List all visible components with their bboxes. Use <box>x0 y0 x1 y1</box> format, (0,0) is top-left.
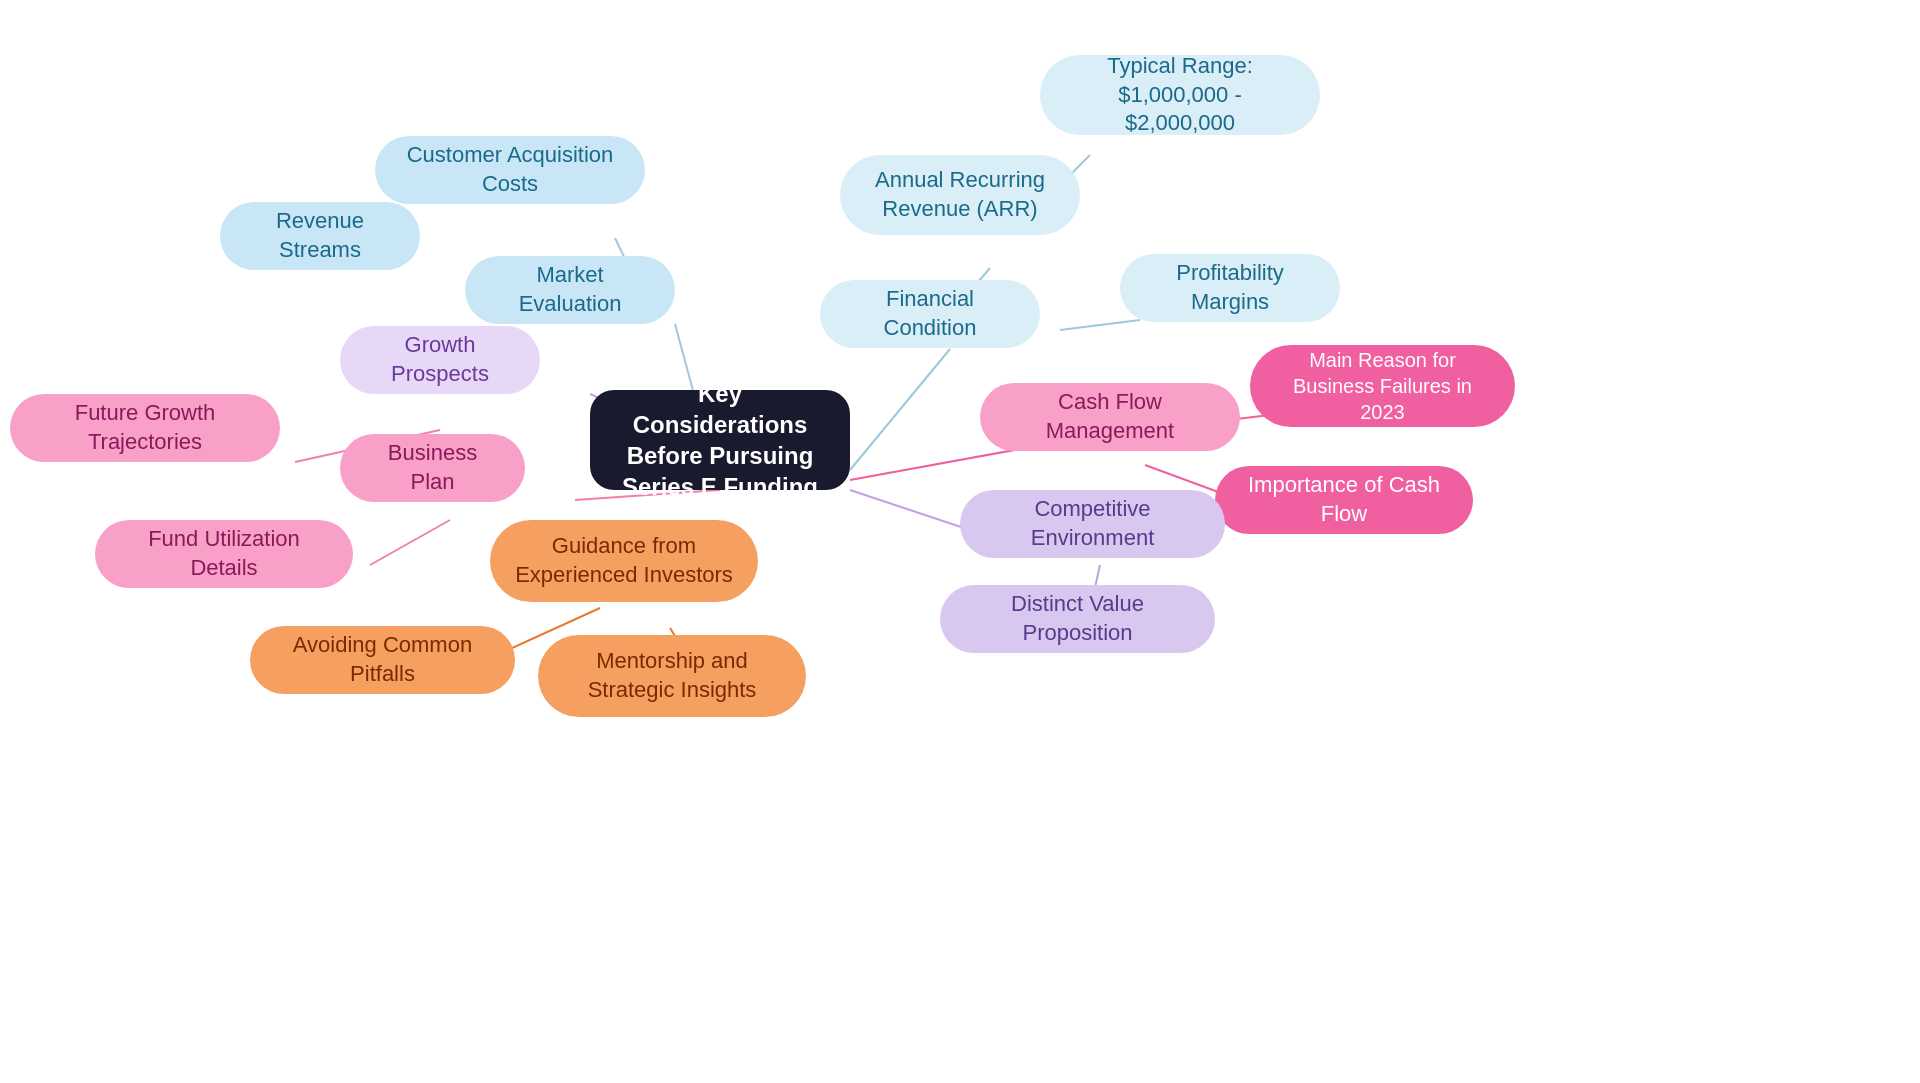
svg-line-6 <box>1060 320 1140 330</box>
competitive-environment-node: Competitive Environment <box>960 490 1225 558</box>
profitability-margins-node: Profitability Margins <box>1120 254 1340 322</box>
future-growth-node: Future Growth Trajectories <box>10 394 280 462</box>
revenue-streams-node: Revenue Streams <box>220 202 420 270</box>
svg-line-3 <box>850 349 950 470</box>
svg-line-11 <box>850 449 1020 480</box>
business-plan-node: Business Plan <box>340 434 525 502</box>
growth-prospects-node: Growth Prospects <box>340 326 540 394</box>
guidance-node: Guidance from Experienced Investors <box>490 520 758 602</box>
importance-cash-flow-node: Importance of Cash Flow <box>1215 466 1473 534</box>
arr-node: Annual Recurring Revenue (ARR) <box>840 155 1080 235</box>
fund-utilization-node: Fund Utilization Details <box>95 520 353 588</box>
distinct-value-node: Distinct Value Proposition <box>940 585 1215 653</box>
mentorship-node: Mentorship and Strategic Insights <box>538 635 806 717</box>
main-reason-node: Main Reason for Business Failures in 202… <box>1250 345 1515 427</box>
financial-condition-node: Financial Condition <box>820 280 1040 348</box>
avoiding-pitfalls-node: Avoiding Common Pitfalls <box>250 626 515 694</box>
typical-range-node: Typical Range: $1,000,000 - $2,000,000 <box>1040 55 1320 135</box>
svg-line-10 <box>370 520 450 565</box>
customer-acquisition-node: Customer Acquisition Costs <box>375 136 645 204</box>
market-evaluation-node: Market Evaluation <box>465 256 675 324</box>
center-node: Key Considerations Before Pursuing Serie… <box>590 390 850 490</box>
cash-flow-management-node: Cash Flow Management <box>980 383 1240 451</box>
